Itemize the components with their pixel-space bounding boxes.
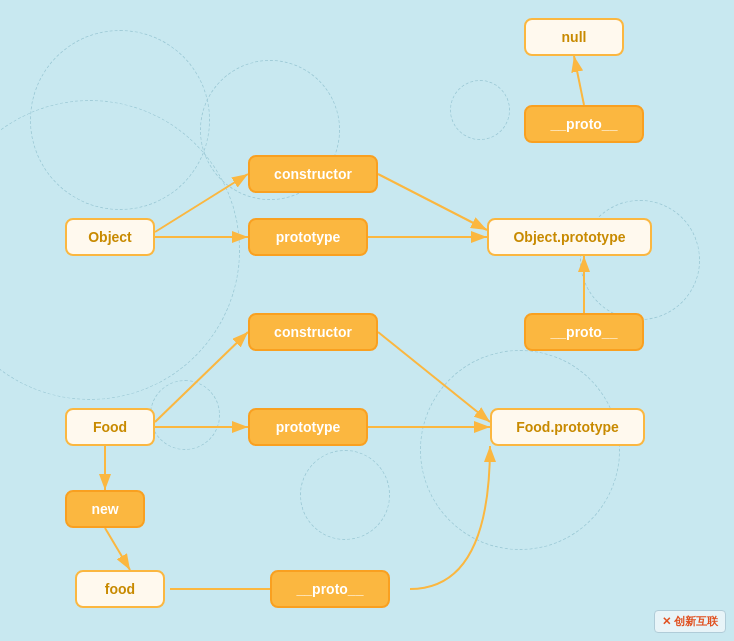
prototype-top-node: prototype	[248, 218, 368, 256]
food-node: Food	[65, 408, 155, 446]
svg-line-4	[378, 174, 487, 230]
svg-line-7	[155, 332, 248, 422]
prototype-mid-node: prototype	[248, 408, 368, 446]
watermark: ✕ 创新互联	[654, 610, 726, 633]
proto-top-node: __proto__	[524, 105, 644, 143]
constructor-top-node: constructor	[248, 155, 378, 193]
constructor-mid-node: constructor	[248, 313, 378, 351]
object-prototype-node: Object.prototype	[487, 218, 652, 256]
svg-line-2	[155, 174, 248, 232]
svg-line-1	[574, 56, 584, 105]
svg-line-12	[105, 528, 130, 570]
proto-mid-node: __proto__	[524, 313, 644, 351]
svg-line-9	[378, 332, 490, 422]
food-instance-node: food	[75, 570, 165, 608]
proto-bot-node: __proto__	[270, 570, 390, 608]
food-prototype-node: Food.prototype	[490, 408, 645, 446]
new-node: new	[65, 490, 145, 528]
null-node: null	[524, 18, 624, 56]
object-node: Object	[65, 218, 155, 256]
